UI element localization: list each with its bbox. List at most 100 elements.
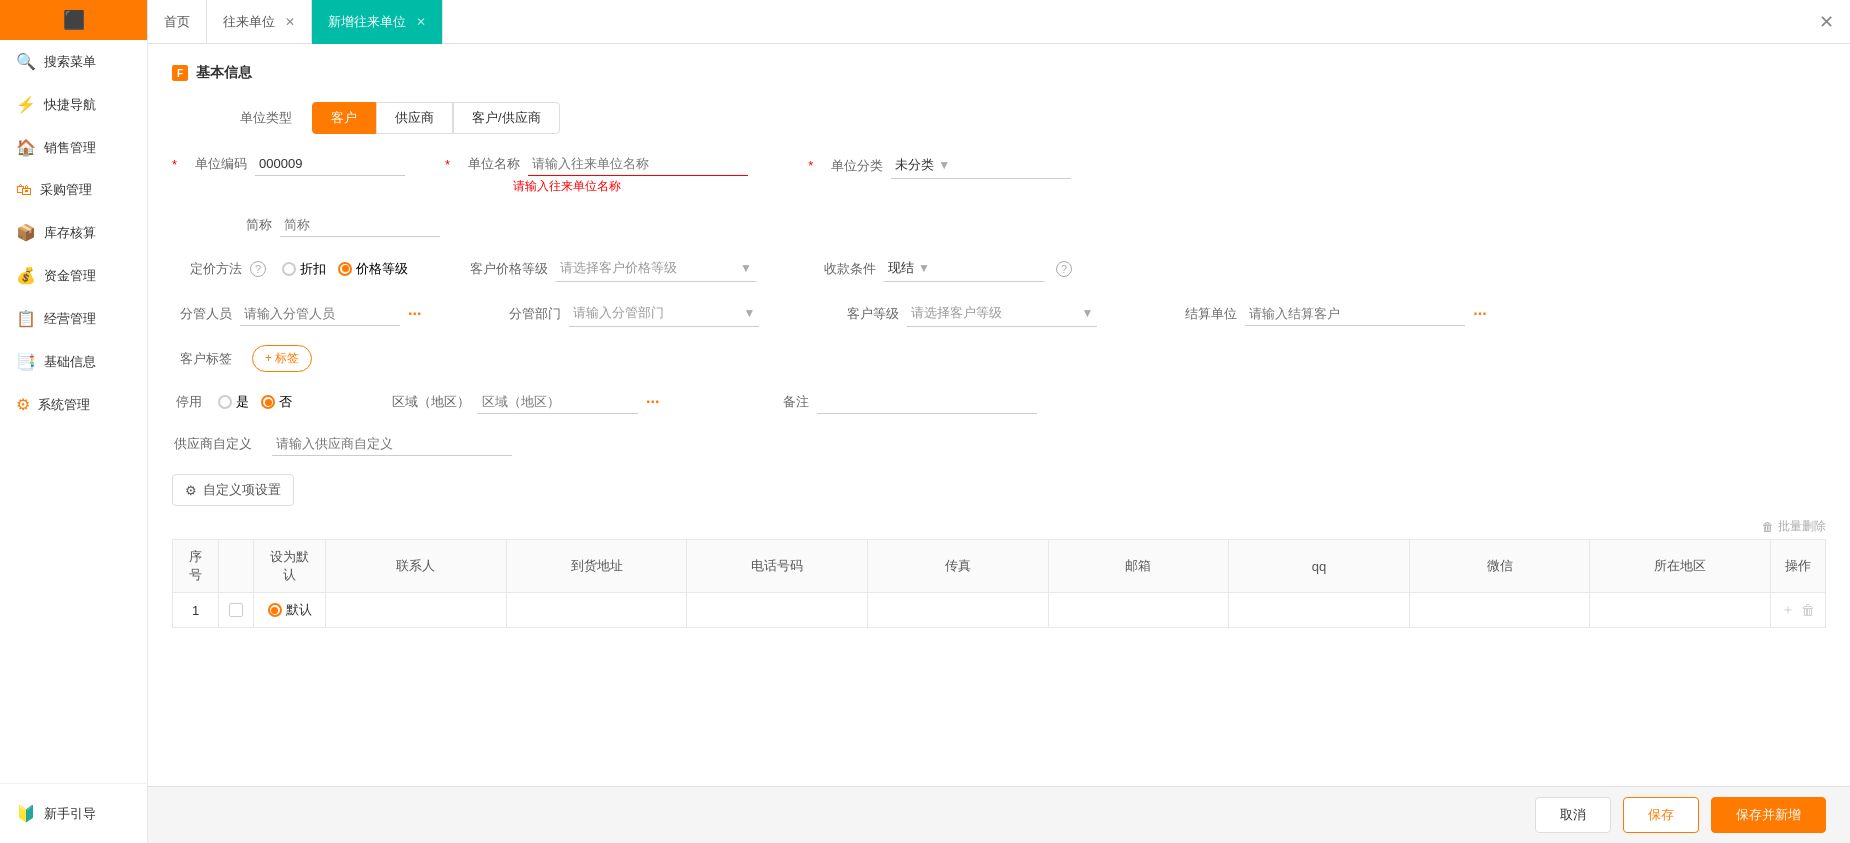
- wechat-input[interactable]: [1420, 603, 1580, 618]
- tab-new-partner[interactable]: 新增往来单位 ✕: [312, 0, 443, 44]
- unit-type-customer[interactable]: 客户: [312, 102, 376, 134]
- sidebar-item-search[interactable]: 🔍 搜索菜单: [0, 40, 147, 83]
- disabled-no-option[interactable]: 否: [261, 393, 292, 411]
- disabled-label: 停用: [172, 393, 202, 411]
- required-star-cat: *: [808, 158, 813, 173]
- default-radio-label: 默认: [286, 601, 312, 619]
- disabled-yes-option[interactable]: 是: [218, 393, 249, 411]
- sidebar-label-guide: 新手引导: [44, 805, 96, 823]
- delete-row-icon[interactable]: 🗑: [1801, 602, 1815, 618]
- add-tag-label: + 标签: [265, 350, 299, 367]
- department-select[interactable]: 请输入分管部门 ▼: [569, 300, 759, 327]
- save-new-button[interactable]: 保存并新增: [1711, 797, 1826, 833]
- cancel-button[interactable]: 取消: [1535, 797, 1611, 833]
- pricing-discount-option[interactable]: 折扣: [282, 260, 326, 278]
- sidebar-item-guide[interactable]: 🔰 新手引导: [0, 792, 147, 835]
- cell-phone[interactable]: [687, 593, 868, 628]
- tab-bar: 首页 往来单位 ✕ 新增往来单位 ✕ ✕: [148, 0, 1850, 44]
- pricing-level-option[interactable]: 价格等级: [338, 260, 408, 278]
- unit-type-supplier[interactable]: 供应商: [376, 102, 453, 134]
- col-email: 邮箱: [1048, 540, 1229, 593]
- fax-input[interactable]: [878, 603, 1038, 618]
- unit-category-arrow: ▼: [938, 158, 950, 172]
- default-radio-item[interactable]: 默认: [268, 601, 312, 619]
- cell-email[interactable]: [1048, 593, 1229, 628]
- sidebar-label-system: 系统管理: [38, 396, 90, 414]
- short-name-row: 简称: [232, 213, 1826, 237]
- manager-field: 分管人员 ···: [172, 302, 421, 326]
- short-name-input[interactable]: [280, 213, 440, 237]
- row-actions: ＋ 🗑: [1781, 601, 1815, 619]
- unit-category-select[interactable]: 未分类 ▼: [891, 152, 1071, 179]
- pricing-help-icon[interactable]: ?: [250, 261, 266, 277]
- unit-name-input[interactable]: [528, 152, 748, 176]
- col-contact: 联系人: [326, 540, 507, 593]
- basic-info-icon: 📑: [16, 352, 36, 371]
- unit-category-value: 未分类: [895, 156, 934, 174]
- add-row-icon[interactable]: ＋: [1781, 601, 1795, 619]
- cell-checkbox[interactable]: [219, 593, 254, 628]
- payment-terms-select[interactable]: 现结 ▼: [884, 255, 1044, 282]
- region-input[interactable]: [478, 390, 638, 414]
- cell-qq[interactable]: [1229, 593, 1410, 628]
- window-close-button[interactable]: ✕: [1803, 11, 1850, 33]
- tab-home[interactable]: 首页: [148, 0, 207, 44]
- customer-price-level-placeholder: 请选择客户价格等级: [560, 259, 736, 277]
- sidebar-label-quick-nav: 快捷导航: [44, 96, 96, 114]
- tab-new-partner-close[interactable]: ✕: [416, 15, 426, 29]
- region-more-btn[interactable]: ···: [646, 393, 659, 411]
- supplier-custom-input[interactable]: [272, 432, 512, 456]
- save-button[interactable]: 保存: [1623, 797, 1699, 833]
- settlement-unit-more-btn[interactable]: ···: [1473, 305, 1486, 323]
- customer-price-level-select[interactable]: 请选择客户价格等级 ▼: [556, 255, 756, 282]
- cell-contact[interactable]: [326, 593, 507, 628]
- row-checkbox[interactable]: [229, 603, 243, 617]
- cell-address[interactable]: [506, 593, 687, 628]
- cell-fax[interactable]: [867, 593, 1048, 628]
- cell-wechat[interactable]: [1409, 593, 1590, 628]
- unit-type-both[interactable]: 客户/供应商: [453, 102, 560, 134]
- disabled-no-label: 否: [279, 393, 292, 411]
- col-default: 设为默认: [254, 540, 326, 593]
- manager-input[interactable]: [240, 302, 400, 326]
- settlement-unit-input[interactable]: [1245, 302, 1465, 326]
- table-row: 1 默认: [173, 593, 1826, 628]
- cell-ops: ＋ 🗑: [1770, 593, 1825, 628]
- remark-input[interactable]: [817, 390, 1037, 414]
- address-input[interactable]: [517, 603, 677, 618]
- pricing-level-label: 价格等级: [356, 260, 408, 278]
- customer-level-arrow: ▼: [1081, 306, 1093, 320]
- email-input[interactable]: [1059, 603, 1219, 618]
- sidebar-item-sales[interactable]: 🏠 销售管理: [0, 126, 147, 169]
- batch-delete-label[interactable]: 批量删除: [1778, 518, 1826, 535]
- customer-tag-label: 客户标签: [172, 350, 232, 368]
- guide-icon: 🔰: [16, 804, 36, 823]
- unit-code-input[interactable]: [255, 152, 405, 176]
- sidebar-item-operations[interactable]: 📋 经营管理: [0, 297, 147, 340]
- sidebar-item-system[interactable]: ⚙ 系统管理: [0, 383, 147, 426]
- table-region-input[interactable]: [1600, 603, 1760, 618]
- tab-partners[interactable]: 往来单位 ✕: [207, 0, 312, 44]
- col-address: 到货地址: [506, 540, 687, 593]
- sidebar: ⬛ 🔍 搜索菜单 ⚡ 快捷导航 🏠 销售管理 🛍 采购管理 📦 库存核算 💰 资…: [0, 0, 148, 843]
- payment-terms-value: 现结: [888, 259, 914, 277]
- sidebar-label-inventory: 库存核算: [44, 224, 96, 242]
- add-tag-button[interactable]: + 标签: [252, 345, 312, 372]
- payment-help-icon[interactable]: ?: [1056, 261, 1072, 277]
- sidebar-item-finance[interactable]: 💰 资金管理: [0, 254, 147, 297]
- remark-label: 备注: [779, 393, 809, 411]
- cell-table-region[interactable]: [1590, 593, 1771, 628]
- sidebar-item-inventory[interactable]: 📦 库存核算: [0, 211, 147, 254]
- tab-partners-close[interactable]: ✕: [285, 15, 295, 29]
- unit-name-label: 单位名称: [460, 155, 520, 173]
- qq-input[interactable]: [1239, 603, 1399, 618]
- sidebar-item-basic-info[interactable]: 📑 基础信息: [0, 340, 147, 383]
- customer-level-select[interactable]: 请选择客户等级 ▼: [907, 300, 1097, 327]
- sidebar-item-quick-nav[interactable]: ⚡ 快捷导航: [0, 83, 147, 126]
- contact-input[interactable]: [336, 603, 496, 618]
- sidebar-item-purchase[interactable]: 🛍 采购管理: [0, 169, 147, 211]
- custom-settings-button[interactable]: ⚙ 自定义项设置: [172, 474, 294, 506]
- unit-name-error: 请输入往来单位名称: [513, 178, 748, 195]
- phone-input[interactable]: [697, 603, 857, 618]
- manager-more-btn[interactable]: ···: [408, 305, 421, 323]
